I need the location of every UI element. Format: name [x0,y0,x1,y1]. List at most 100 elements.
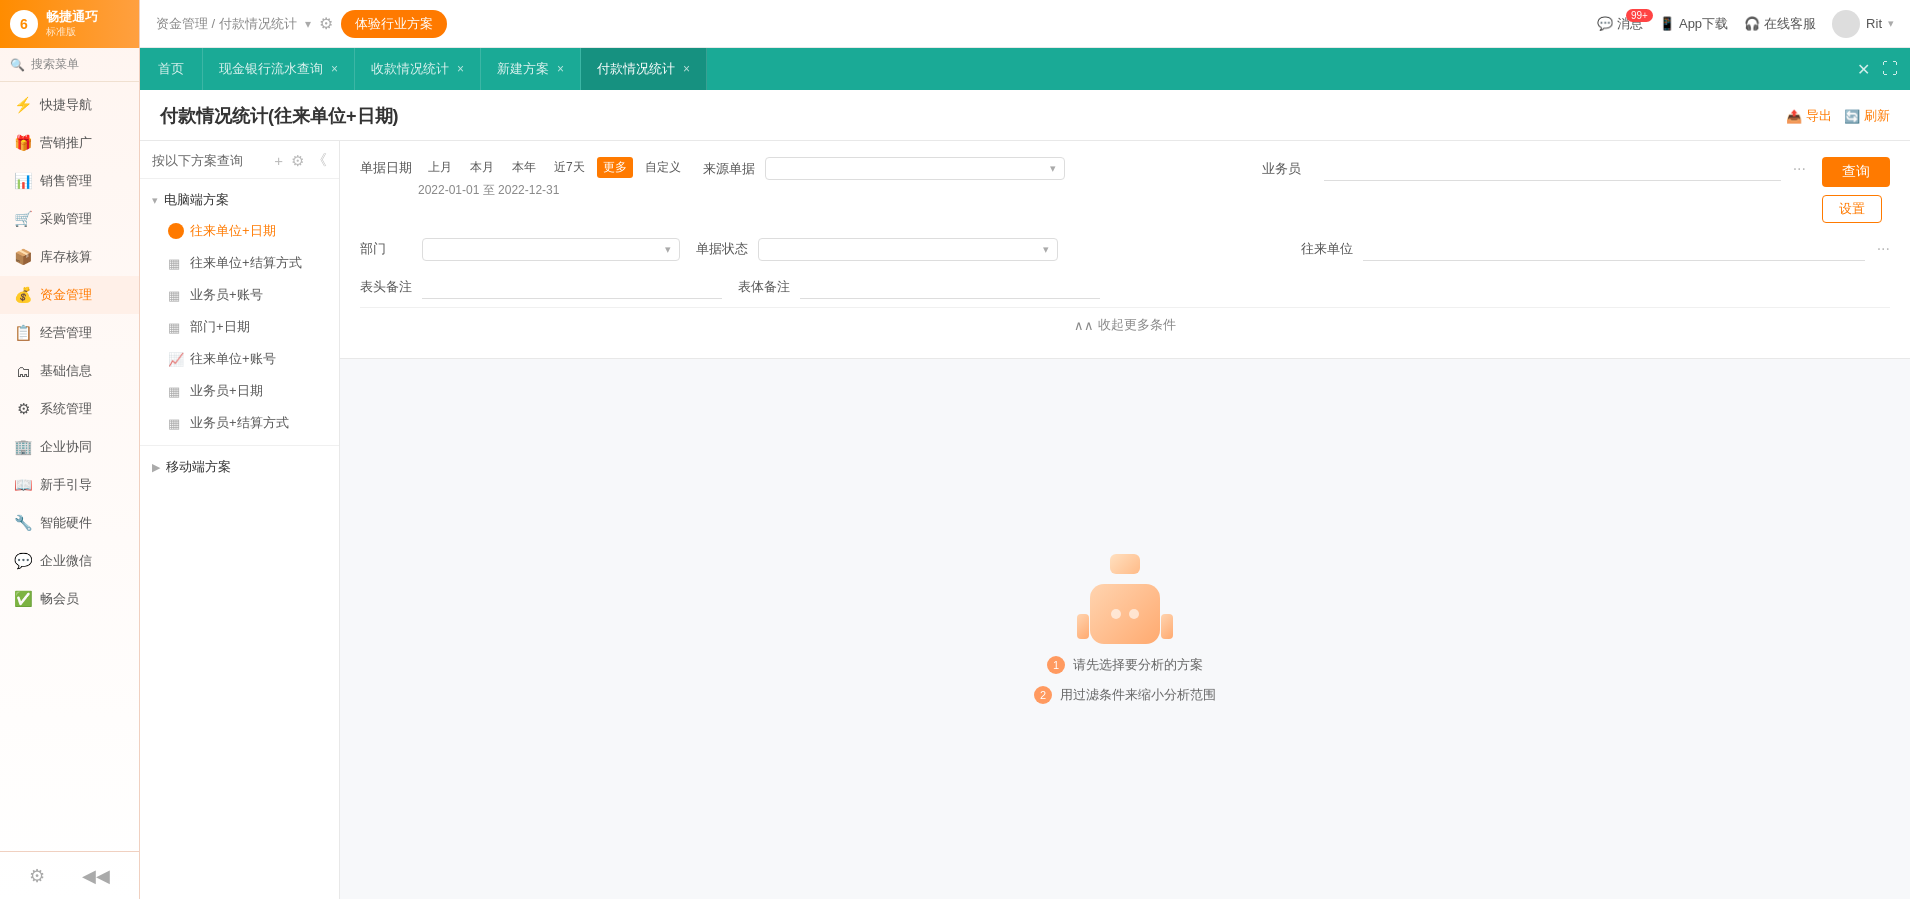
dept-select[interactable]: ▾ [422,238,680,261]
online-service-button[interactable]: 🎧 在线客服 [1744,15,1816,33]
tab-collect[interactable]: 收款情况统计 × [355,48,481,90]
operation-icon: 📋 [14,324,32,342]
sidebar-item-quicknav[interactable]: ⚡ 快捷导航 [0,86,139,124]
search-menu-label: 搜索菜单 [31,56,79,73]
scheme-item-dept-date[interactable]: ▦ 部门+日期 [140,311,339,343]
salesperson-dots-icon[interactable]: ··· [1793,160,1806,178]
scheme-table-icon-1: ▦ [168,288,184,303]
app-label: App下载 [1679,15,1728,33]
sidebar-item-label: 基础信息 [40,362,92,380]
sidebar-item-label: 企业微信 [40,552,92,570]
tab-payment-close-icon[interactable]: × [683,62,690,76]
scheme-item-staff-account[interactable]: ▦ 业务员+账号 [140,279,339,311]
scheme-item-label: 业务员+结算方式 [190,414,289,432]
sidebar-item-company[interactable]: 🏢 企业协同 [0,428,139,466]
filter-settings-button[interactable]: 设置 [1822,195,1882,223]
message-button[interactable]: 💬 消息 99+ [1597,15,1643,33]
partner-dots-icon[interactable]: ··· [1877,240,1890,258]
sidebar-item-label: 智能硬件 [40,514,92,532]
sidebar-item-label: 营销推广 [40,134,92,152]
date-btn-7days[interactable]: 近7天 [548,157,591,178]
scheme-collapse-icon[interactable]: 《 [312,151,327,170]
sidebar-item-sales[interactable]: 📊 销售管理 [0,162,139,200]
sidebar-item-purchase[interactable]: 🛒 采购管理 [0,200,139,238]
source-bill-select[interactable]: ▾ [765,157,1065,180]
tab-home[interactable]: 首页 [140,48,203,90]
breadcrumb-dropdown-icon[interactable]: ▾ [305,17,311,31]
page-header: 付款情况统计(往来单位+日期) 📤 导出 🔄 刷新 [140,90,1910,141]
sidebar-item-vip[interactable]: ✅ 畅会员 [0,580,139,618]
bill-status-select[interactable]: ▾ [758,238,1058,261]
sidebar-item-finance[interactable]: 💰 资金管理 [0,276,139,314]
sidebar-item-guide[interactable]: 📖 新手引导 [0,466,139,504]
topbar-gear-icon[interactable]: ⚙ [319,14,333,33]
export-icon: 📤 [1786,109,1802,124]
sidebar-item-wechat[interactable]: 💬 企业微信 [0,542,139,580]
dept-arrow-icon: ▾ [665,243,671,256]
basic-icon: 🗂 [14,362,32,380]
scheme-settings-icon[interactable]: ⚙ [291,152,304,170]
partner-input[interactable] [1363,237,1865,261]
body-remark-label: 表体备注 [738,278,792,296]
app-download-button[interactable]: 📱 App下载 [1659,15,1728,33]
desktop-group-header[interactable]: ▾ 电脑端方案 [140,185,339,215]
date-btn-more[interactable]: 更多 [597,157,633,178]
tab-payment[interactable]: 付款情况统计 × [581,48,707,90]
refresh-label: 刷新 [1864,107,1890,125]
sidebar-item-system[interactable]: ⚙ 系统管理 [0,390,139,428]
tab-bank[interactable]: 现金银行流水查询 × [203,48,355,90]
sidebar-collapse-icon[interactable]: ◀◀ [82,865,110,887]
sidebar-item-hardware[interactable]: 🔧 智能硬件 [0,504,139,542]
scheme-item-staff-date[interactable]: ▦ 业务员+日期 [140,375,339,407]
sidebar-item-inventory[interactable]: 📦 库存核算 [0,238,139,276]
tab-expand-icon[interactable]: ⛶ [1882,60,1898,78]
tab-bank-close-icon[interactable]: × [331,62,338,76]
export-label: 导出 [1806,107,1832,125]
sidebar-item-marketing[interactable]: 🎁 营销推广 [0,124,139,162]
sidebar-item-label: 新手引导 [40,476,92,494]
scheme-item-unit-account[interactable]: 📈 往来单位+账号 [140,343,339,375]
date-btn-this-year[interactable]: 本年 [506,157,542,178]
body-remark-input[interactable] [800,275,1100,299]
tab-newscheme-close-icon[interactable]: × [557,62,564,76]
sidebar-item-operation[interactable]: 📋 经营管理 [0,314,139,352]
tab-collect-close-icon[interactable]: × [457,62,464,76]
tabs-bar: 首页 现金银行流水查询 × 收款情况统计 × 新建方案 × 付款情况统计 × ✕… [140,48,1910,90]
export-button[interactable]: 📤 导出 [1786,107,1832,125]
scheme-item-unit-date[interactable]: 往来单位+日期 [140,215,339,247]
sidebar-item-basic[interactable]: 🗂 基础信息 [0,352,139,390]
scheme-add-icon[interactable]: + [274,152,283,169]
search-menu-button[interactable]: 🔍 搜索菜单 [0,48,139,82]
search-icon: 🔍 [10,58,25,72]
content-area: 付款情况统计(往来单位+日期) 📤 导出 🔄 刷新 按以下方案查询 + ⚙ [140,90,1910,899]
company-icon: 🏢 [14,438,32,456]
filter-area: 单据日期 上月 本月 本年 近7天 更多 自定义 [340,141,1910,899]
date-btn-last-month[interactable]: 上月 [422,157,458,178]
try-industry-button[interactable]: 体验行业方案 [341,10,447,38]
scheme-item-unit-settle[interactable]: ▦ 往来单位+结算方式 [140,247,339,279]
tab-close-all-icon[interactable]: ✕ [1857,60,1870,79]
user-dropdown-icon[interactable]: ▾ [1888,17,1894,30]
user-area[interactable]: Rit ▾ [1832,10,1894,38]
empty-step-2: 2 用过滤条件来缩小分析范围 [1034,686,1216,704]
sidebar-item-label: 快捷导航 [40,96,92,114]
scheme-item-staff-settle[interactable]: ▦ 业务员+结算方式 [140,407,339,439]
header-remark-input[interactable] [422,275,722,299]
app-icon: 📱 [1659,16,1675,31]
mobile-group-header[interactable]: ▶ 移动端方案 [140,452,339,482]
scheme-table-icon-3: ▦ [168,384,184,399]
marketing-icon: 🎁 [14,134,32,152]
date-btn-custom[interactable]: 自定义 [639,157,687,178]
scheme-item-label: 往来单位+日期 [190,222,276,240]
salesperson-label: 业务员 [1262,160,1316,178]
sidebar-settings-icon[interactable]: ⚙ [29,865,45,887]
query-button[interactable]: 查询 [1822,157,1890,187]
salesperson-input[interactable] [1324,157,1780,181]
collapse-filter-button[interactable]: ∧∧ 收起更多条件 [360,307,1890,342]
date-btn-this-month[interactable]: 本月 [464,157,500,178]
refresh-button[interactable]: 🔄 刷新 [1844,107,1890,125]
data-area: 1 请先选择要分析的方案 2 用过滤条件来缩小分析范围 [340,359,1910,899]
tab-home-label: 首页 [158,60,184,78]
tab-newscheme[interactable]: 新建方案 × [481,48,581,90]
scheme-chart-icon: 📈 [168,352,184,367]
